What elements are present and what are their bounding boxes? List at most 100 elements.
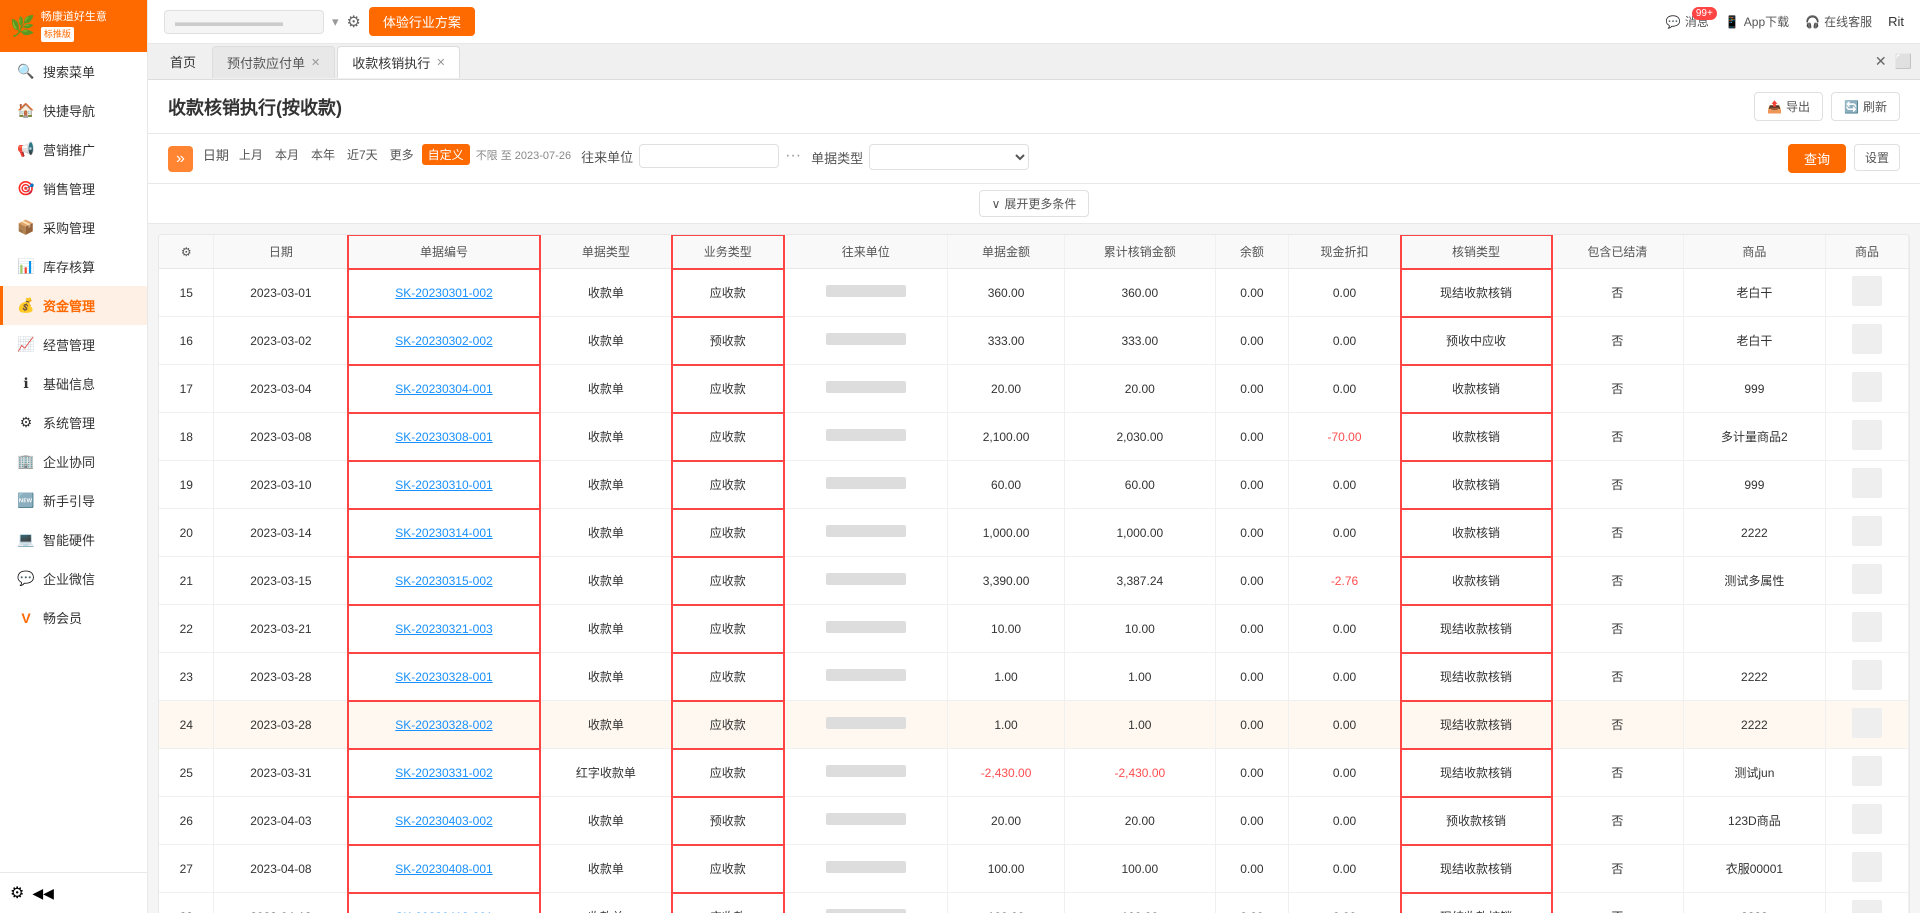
- doc-no-link[interactable]: SK-20230301-002: [395, 286, 492, 300]
- column-settings-icon[interactable]: ⚙: [181, 245, 192, 259]
- cell-goods1: 老白干: [1683, 269, 1825, 317]
- sidebar-item-search[interactable]: 🔍 搜索菜单: [0, 52, 147, 91]
- expand-more-button[interactable]: ∨ 展开更多条件: [979, 190, 1090, 217]
- cell-included: 否: [1552, 797, 1684, 845]
- doc-no-link[interactable]: SK-20230314-001: [395, 526, 492, 540]
- tab-prepay-close[interactable]: ✕: [311, 56, 320, 69]
- th-date[interactable]: 日期: [214, 235, 348, 269]
- th-doc-no[interactable]: 单据编号: [348, 235, 540, 269]
- sidebar-item-quicknav[interactable]: 🏠 快捷导航: [0, 91, 147, 130]
- table-row: 16 2023-03-02 SK-20230302-002 收款单 预收款 33…: [159, 317, 1909, 365]
- sidebar-item-guide[interactable]: 🆕 新手引导: [0, 481, 147, 520]
- user-area[interactable]: Rit: [1888, 14, 1904, 29]
- query-button[interactable]: 查询: [1788, 144, 1846, 173]
- cell-doc-no: SK-20230315-002: [348, 557, 540, 605]
- sidebar-item-label: 销售管理: [43, 179, 95, 198]
- cell-accum: 1.00: [1064, 653, 1215, 701]
- th-verify-type[interactable]: 核销类型: [1401, 235, 1552, 269]
- th-goods1[interactable]: 商品: [1683, 235, 1825, 269]
- cell-balance: 0.00: [1215, 557, 1288, 605]
- sidebar-item-hardware[interactable]: 💻 智能硬件: [0, 520, 147, 559]
- th-amount[interactable]: 单据金额: [948, 235, 1064, 269]
- sidebar: 🌿 畅康道好生意 标推版 🔍 搜索菜单 🏠 快捷导航 📢 营销推广 🎯 销售管理…: [0, 0, 148, 913]
- cell-included: 否: [1552, 701, 1684, 749]
- this-month-btn[interactable]: 本月: [271, 144, 303, 165]
- cell-cash-disc: 0.00: [1288, 461, 1400, 509]
- th-accum[interactable]: 累计核销金额: [1064, 235, 1215, 269]
- topbar-settings-icon[interactable]: ⚙: [347, 12, 361, 32]
- partner-input[interactable]: [639, 144, 779, 168]
- sidebar-item-basic[interactable]: ℹ 基础信息: [0, 364, 147, 403]
- last-month-btn[interactable]: 上月: [235, 144, 267, 165]
- sidebar-item-system[interactable]: ⚙ 系统管理: [0, 403, 147, 442]
- user-name: Rit: [1888, 14, 1904, 29]
- tab-prepay[interactable]: 预付款应付单 ✕: [212, 46, 335, 78]
- sidebar-item-label: 企业协同: [43, 452, 95, 471]
- settings-small-button[interactable]: 设置: [1854, 144, 1900, 171]
- sidebar-item-inventory[interactable]: 📊 库存核算: [0, 247, 147, 286]
- expand-tab-button[interactable]: ⬜: [1895, 53, 1912, 70]
- table-body: 15 2023-03-01 SK-20230301-002 收款单 应收款 36…: [159, 269, 1909, 913]
- sidebar-item-member[interactable]: V 畅会员: [0, 598, 147, 637]
- custom-date-btn[interactable]: 自定义: [422, 144, 470, 165]
- filter-expand-button[interactable]: »: [168, 146, 193, 172]
- table-row: 19 2023-03-10 SK-20230310-001 收款单 应收款 60…: [159, 461, 1909, 509]
- doc-no-link[interactable]: SK-20230321-003: [395, 622, 492, 636]
- sidebar-item-label: 系统管理: [43, 413, 95, 432]
- cell-no: 24: [159, 701, 214, 749]
- doc-no-link[interactable]: SK-20230310-001: [395, 478, 492, 492]
- doc-no-link[interactable]: SK-20230403-002: [395, 814, 492, 828]
- doc-no-link[interactable]: SK-20230408-001: [395, 862, 492, 876]
- cell-verify-type: 收款核销: [1401, 509, 1552, 557]
- close-tab-button[interactable]: ✕: [1875, 53, 1887, 70]
- tab-verify-close[interactable]: ✕: [436, 56, 445, 69]
- sidebar-item-operations[interactable]: 📈 经营管理: [0, 325, 147, 364]
- this-year-btn[interactable]: 本年: [307, 144, 339, 165]
- collapse-icon[interactable]: ◀◀: [32, 885, 54, 902]
- sidebar-item-marketing[interactable]: 📢 营销推广: [0, 130, 147, 169]
- sidebar-item-wechat[interactable]: 💬 企业微信: [0, 559, 147, 598]
- th-partner[interactable]: 往来单位: [784, 235, 948, 269]
- th-settings[interactable]: ⚙: [159, 235, 214, 269]
- th-doc-type[interactable]: 单据类型: [540, 235, 672, 269]
- app-download-area[interactable]: 📱 App下载: [1725, 13, 1789, 30]
- cell-biz-type: 应收款: [672, 461, 784, 509]
- doc-no-link[interactable]: SK-20230331-002: [395, 766, 492, 780]
- cell-cash-disc: 0.00: [1288, 845, 1400, 893]
- doc-no-link[interactable]: SK-20230304-001: [395, 382, 492, 396]
- doc-no-link[interactable]: SK-20230315-002: [395, 574, 492, 588]
- tab-verify[interactable]: 收款核销执行 ✕: [337, 46, 460, 78]
- th-balance[interactable]: 余额: [1215, 235, 1288, 269]
- tab-home[interactable]: 首页: [156, 46, 210, 77]
- more-date-btn[interactable]: 更多: [386, 144, 418, 165]
- online-service-area[interactable]: 🎧 在线客服: [1805, 13, 1872, 30]
- doc-no-link[interactable]: SK-20230418-001: [395, 910, 492, 913]
- th-biz-type[interactable]: 业务类型: [672, 235, 784, 269]
- doc-no-link[interactable]: SK-20230308-001: [395, 430, 492, 444]
- th-included[interactable]: 包含已结清: [1552, 235, 1684, 269]
- settings-gear-icon[interactable]: ⚙: [10, 883, 24, 903]
- headset-icon: 🎧: [1805, 15, 1820, 29]
- table-header-row: ⚙ 日期 单据编号 单据类型 业务类型 往来单位 单据金额 累计核销金额 余额 …: [159, 235, 1909, 269]
- th-cash-disc[interactable]: 现金折扣: [1288, 235, 1400, 269]
- sidebar-item-purchase[interactable]: 📦 采购管理: [0, 208, 147, 247]
- last-7days-btn[interactable]: 近7天: [343, 144, 382, 165]
- th-goods2[interactable]: 商品: [1826, 235, 1909, 269]
- doc-no-link[interactable]: SK-20230328-002: [395, 718, 492, 732]
- message-area[interactable]: 💬 消息 99+: [1666, 13, 1709, 30]
- refresh-button[interactable]: 🔄 刷新: [1831, 92, 1900, 121]
- export-button[interactable]: 📤 导出: [1754, 92, 1823, 121]
- doc-no-link[interactable]: SK-20230328-001: [395, 670, 492, 684]
- cell-balance: 0.00: [1215, 701, 1288, 749]
- topbar-search-area: ▬▬▬▬▬▬▬▬▬: [164, 10, 324, 34]
- sidebar-item-sales[interactable]: 🎯 销售管理: [0, 169, 147, 208]
- doc-no-link[interactable]: SK-20230302-002: [395, 334, 492, 348]
- cell-balance: 0.00: [1215, 893, 1288, 913]
- solution-button[interactable]: 体验行业方案: [369, 7, 475, 36]
- cell-partner: [784, 845, 948, 893]
- sidebar-item-finance[interactable]: 💰 资金管理: [0, 286, 147, 325]
- topbar-dropdown-icon[interactable]: ▾: [332, 14, 339, 30]
- doctype-select[interactable]: [869, 144, 1029, 170]
- sidebar-item-corp[interactable]: 🏢 企业协同: [0, 442, 147, 481]
- table-scroll[interactable]: ⚙ 日期 单据编号 单据类型 业务类型 往来单位 单据金额 累计核销金额 余额 …: [159, 235, 1909, 913]
